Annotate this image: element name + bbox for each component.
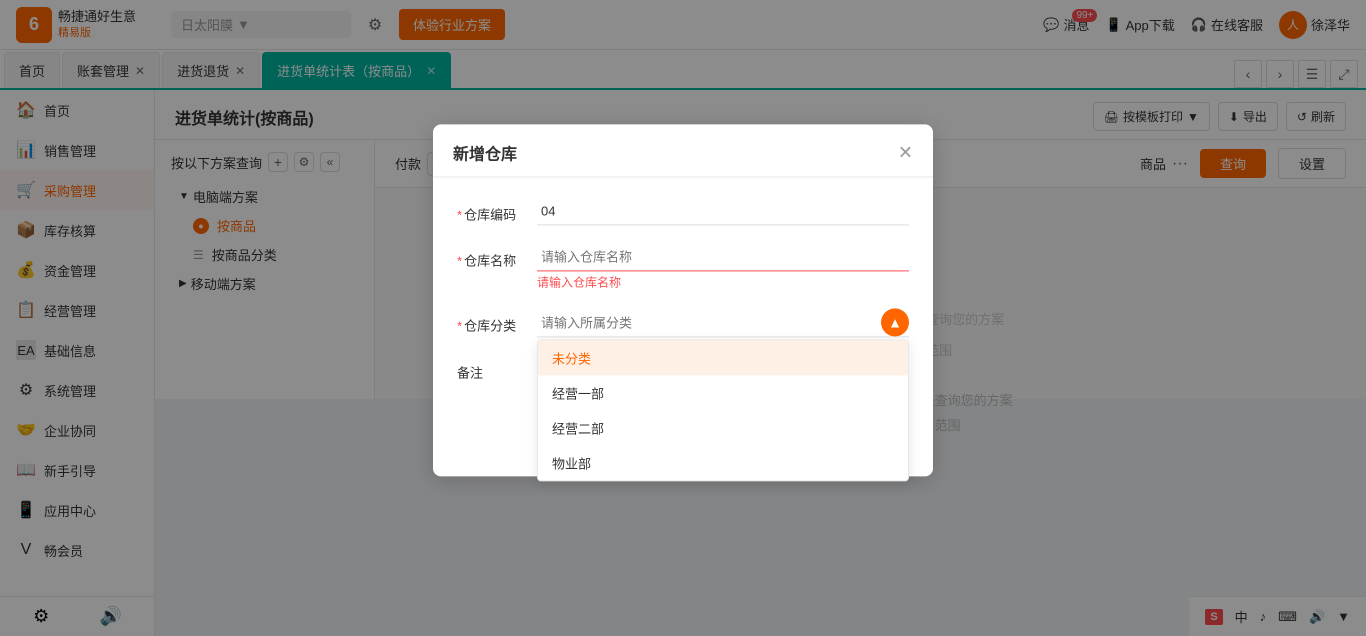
modal-body: *仓库编码 *仓库名称 请输入仓库名称 *仓库分类 xyxy=(433,177,933,411)
modal-title: 新增仓库 xyxy=(453,140,517,164)
dropdown-item-unclassified[interactable]: 未分类 xyxy=(538,340,908,375)
warehouse-code-input[interactable] xyxy=(537,197,909,225)
name-label: *仓库名称 xyxy=(457,243,537,269)
dropdown-item-property[interactable]: 物业部 xyxy=(538,445,908,480)
name-error-text: 请输入仓库名称 xyxy=(537,273,909,290)
category-wrapper: ▲ 未分类 经营一部 经营二部 物业部 xyxy=(537,308,909,337)
name-input-wrapper: 请输入仓库名称 xyxy=(537,243,909,290)
category-label: *仓库分类 xyxy=(457,308,537,334)
remark-label: 备注 xyxy=(457,355,537,381)
warehouse-category-row: *仓库分类 ▲ 未分类 经营一部 经营二部 物业部 xyxy=(457,308,909,337)
warehouse-name-input[interactable] xyxy=(537,243,909,271)
code-label: *仓库编码 xyxy=(457,197,537,223)
category-input[interactable] xyxy=(537,309,881,336)
dropdown-item-dept2[interactable]: 经营二部 xyxy=(538,410,908,445)
modal-header: 新增仓库 ✕ xyxy=(433,124,933,177)
category-dropdown: 未分类 经营一部 经营二部 物业部 xyxy=(537,339,909,481)
modal-close-button[interactable]: ✕ xyxy=(898,143,913,161)
add-warehouse-modal: 新增仓库 ✕ *仓库编码 *仓库名称 请输入仓库名称 *仓库分类 xyxy=(433,124,933,476)
category-toggle-btn[interactable]: ▲ xyxy=(881,308,909,336)
code-input-wrapper xyxy=(537,197,909,225)
warehouse-name-row: *仓库名称 请输入仓库名称 xyxy=(457,243,909,290)
category-input-row: ▲ xyxy=(537,308,909,337)
dropdown-item-dept1[interactable]: 经营一部 xyxy=(538,375,908,410)
warehouse-code-row: *仓库编码 xyxy=(457,197,909,225)
